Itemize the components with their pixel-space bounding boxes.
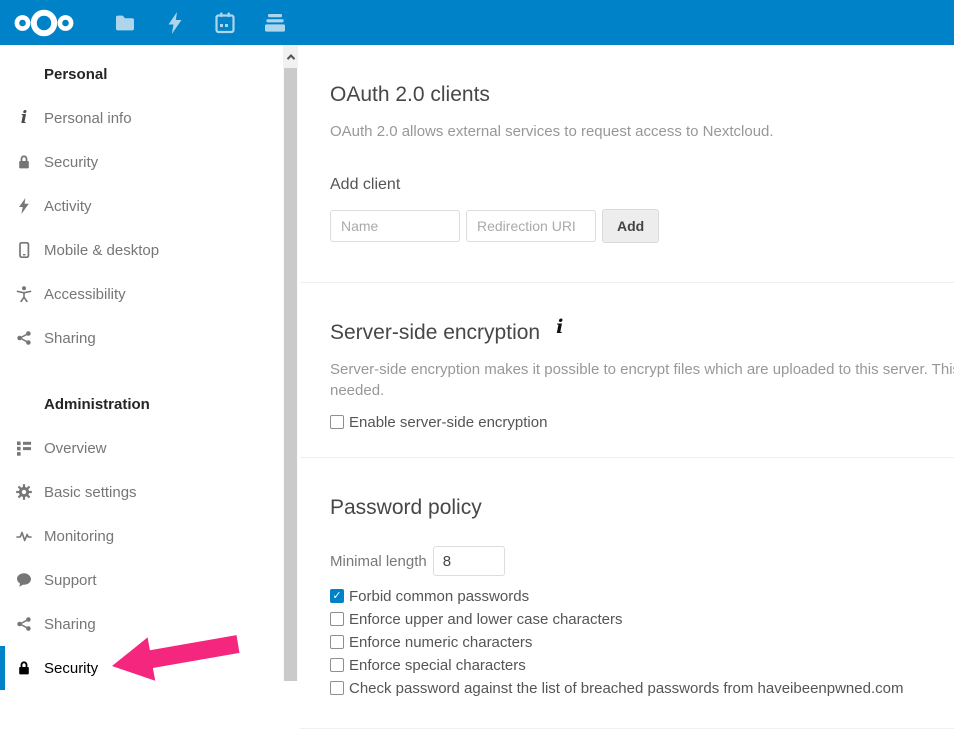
sidebar-item-sharing-personal[interactable]: Sharing [0, 316, 300, 360]
enable-encryption-row[interactable]: Enable server-side encryption [330, 412, 954, 432]
minimal-length-label: Minimal length [330, 553, 427, 570]
deck-icon[interactable] [250, 0, 300, 45]
sidebar-scrollbar-track[interactable] [283, 45, 298, 681]
client-name-input[interactable] [330, 210, 460, 242]
settings-content: OAuth 2.0 clients OAuth 2.0 allows exter… [300, 45, 954, 729]
sidebar-heading-personal: Personal [0, 52, 300, 96]
oauth-description: OAuth 2.0 allows external services to re… [330, 121, 954, 142]
oauth-title: OAuth 2.0 clients [330, 83, 954, 107]
sidebar-scrollbar-thumb[interactable] [284, 68, 297, 681]
forbid-common-passwords-checkbox[interactable] [330, 589, 344, 603]
chevron-up-icon [286, 54, 294, 62]
policy-row-numeric[interactable]: Enforce numeric characters [330, 632, 954, 652]
redirection-uri-input[interactable] [466, 210, 596, 242]
sidebar-item-overview[interactable]: Overview [0, 426, 300, 470]
encryption-section: Server-side encryption i Server-side enc… [300, 283, 954, 458]
sidebar-item-sharing-admin[interactable]: Sharing [0, 602, 300, 646]
calendar-icon[interactable] [200, 0, 250, 45]
oauth-section: OAuth 2.0 clients OAuth 2.0 allows exter… [300, 45, 954, 283]
policy-row-upper-lower[interactable]: Enforce upper and lower case characters [330, 609, 954, 629]
password-policy-section: Password policy Minimal length Forbid co… [300, 458, 954, 729]
lock-icon [16, 154, 32, 170]
lightning-icon [16, 198, 32, 214]
policy-row-forbid-common[interactable]: Forbid common passwords [330, 586, 954, 606]
minimal-length-input[interactable] [433, 546, 505, 576]
policy-row-hibp[interactable]: Check password against the list of breac… [330, 678, 954, 698]
overview-icon [16, 440, 32, 456]
sidebar-item-accessibility[interactable]: Accessibility [0, 272, 300, 316]
encryption-description-line1: Server-side encryption makes it possible… [330, 359, 954, 380]
add-client-label: Add client [330, 176, 954, 194]
settings-sidebar: Personal i Personal info Security Activi… [0, 45, 300, 681]
check-breached-passwords-checkbox[interactable] [330, 681, 344, 695]
nextcloud-logo[interactable] [12, 8, 76, 38]
enable-encryption-checkbox[interactable] [330, 415, 344, 429]
sidebar-item-security-personal[interactable]: Security [0, 140, 300, 184]
add-client-button[interactable]: Add [602, 209, 659, 243]
files-folder-icon[interactable] [100, 0, 150, 45]
sidebar-heading-administration: Administration [0, 382, 300, 426]
activity-lightning-icon[interactable] [150, 0, 200, 45]
scrollbar-up-button[interactable] [283, 45, 298, 68]
lock-icon [16, 660, 32, 676]
sidebar-item-security-admin[interactable]: Security [0, 646, 300, 690]
share-icon [16, 616, 32, 632]
sidebar-item-activity[interactable]: Activity [0, 184, 300, 228]
accessibility-icon [16, 286, 32, 302]
info-icon[interactable]: i [556, 316, 563, 338]
enforce-special-checkbox[interactable] [330, 658, 344, 672]
share-icon [16, 330, 32, 346]
monitoring-icon [16, 528, 32, 544]
policy-row-special[interactable]: Enforce special characters [330, 655, 954, 675]
sidebar-item-basic-settings[interactable]: Basic settings [0, 470, 300, 514]
encryption-description-line2: needed. [330, 380, 954, 401]
password-policy-title: Password policy [330, 496, 954, 520]
sidebar-item-personal-info[interactable]: i Personal info [0, 96, 300, 140]
encryption-title: Server-side encryption [330, 321, 540, 345]
enforce-upper-lower-checkbox[interactable] [330, 612, 344, 626]
sidebar-item-monitoring[interactable]: Monitoring [0, 514, 300, 558]
enforce-numeric-checkbox[interactable] [330, 635, 344, 649]
info-icon: i [16, 110, 32, 126]
sidebar-item-support[interactable]: Support [0, 558, 300, 602]
support-chat-icon [16, 572, 32, 588]
top-header-bar [0, 0, 954, 45]
mobile-icon [16, 242, 32, 258]
gear-icon [16, 484, 32, 500]
sidebar-item-mobile-desktop[interactable]: Mobile & desktop [0, 228, 300, 272]
